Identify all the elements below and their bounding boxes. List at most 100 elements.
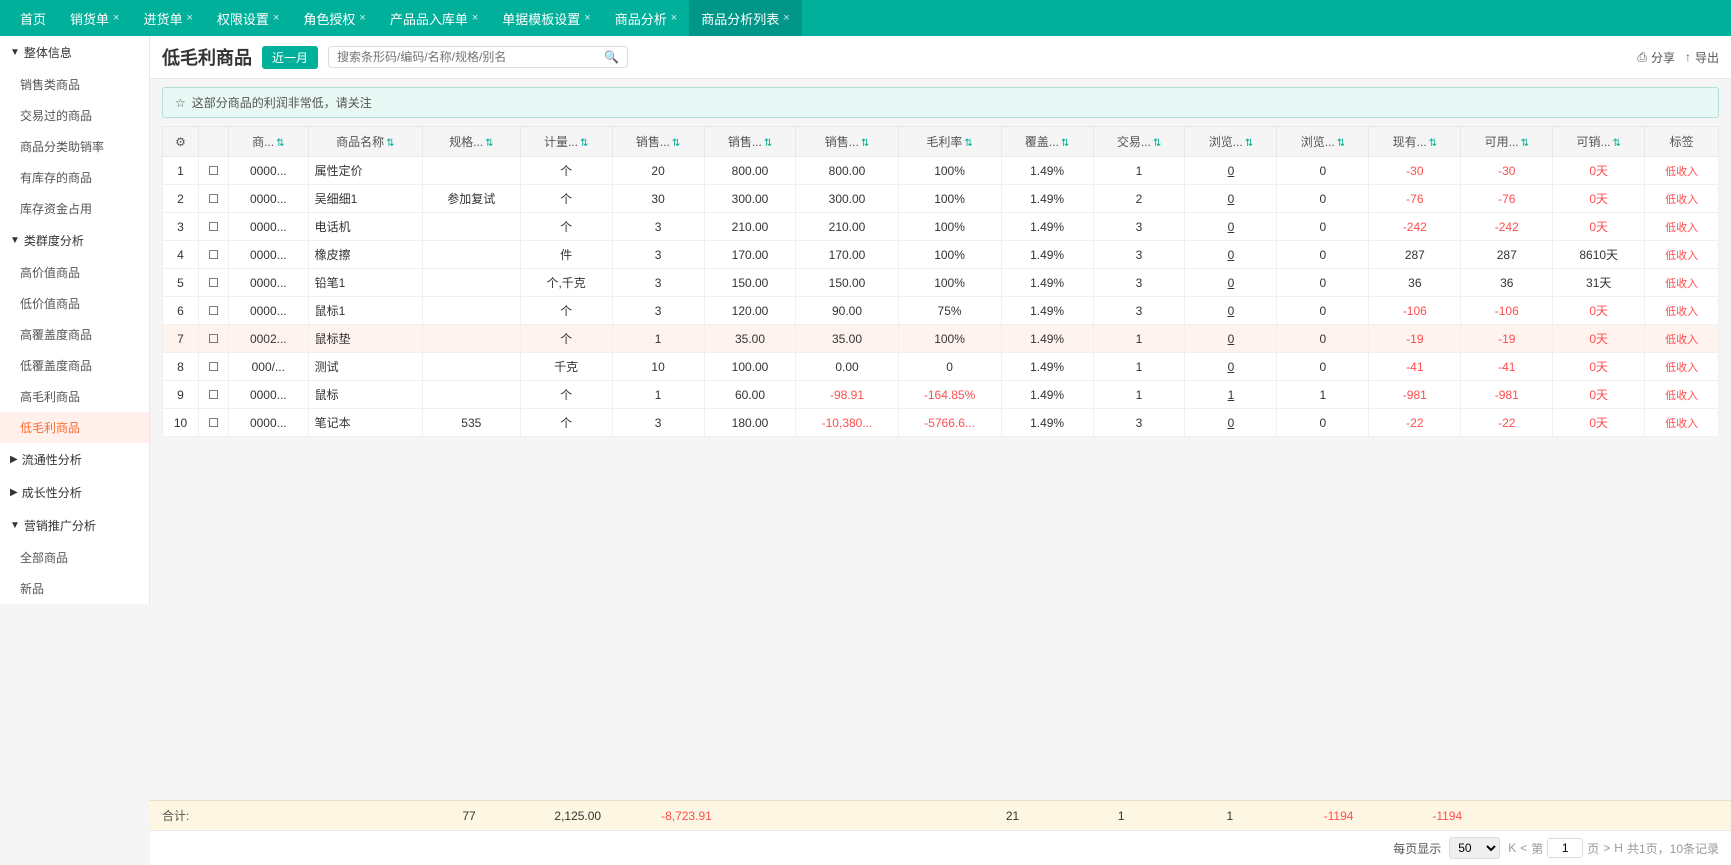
filter-button[interactable]: 近一月 (262, 46, 318, 69)
view-link[interactable]: 0 (1228, 276, 1235, 290)
cell-checkbox[interactable]: ☐ (199, 241, 229, 269)
cell-view2: 0 (1277, 409, 1369, 437)
cell-checkbox[interactable]: ☐ (199, 157, 229, 185)
nav-close-icon[interactable]: × (359, 12, 365, 24)
nav-close-icon[interactable]: × (472, 12, 478, 24)
cell-checkbox[interactable]: ☐ (199, 185, 229, 213)
sidebar-item-高价值商品[interactable]: 高价值商品 (0, 257, 149, 288)
view-link[interactable]: 0 (1228, 248, 1235, 262)
sidebar-group-类群度分析[interactable]: ▼类群度分析 (0, 224, 149, 257)
cell-checkbox[interactable]: ☐ (199, 213, 229, 241)
first-page-button[interactable]: K (1508, 841, 1516, 855)
view-link[interactable]: 0 (1228, 416, 1235, 430)
col-gross_margin[interactable]: 毛利率⇅ (898, 127, 1001, 157)
cell-sale_price: 35.00 (704, 325, 796, 353)
sidebar-item-高毛利商品[interactable]: 高毛利商品 (0, 381, 149, 412)
cell-transaction: 1 (1093, 353, 1185, 381)
sidebar-item-有库存的商品[interactable]: 有库存的商品 (0, 162, 149, 193)
col-available_stock[interactable]: 可用...⇅ (1461, 127, 1553, 157)
sidebar-item-库存资金占用[interactable]: 库存资金占用 (0, 193, 149, 224)
cell-sale_price: 120.00 (704, 297, 796, 325)
value-red: -30 (1406, 164, 1423, 178)
nav-item-权限设置[interactable]: 权限设置 × (205, 0, 291, 36)
page-size-select[interactable]: 50 20 100 (1449, 837, 1500, 859)
nav-item-商品分析列表[interactable]: 商品分析列表 × (689, 0, 801, 36)
col-sale_price[interactable]: 销售...⇅ (704, 127, 796, 157)
col-sale_qty[interactable]: 销售...⇅ (612, 127, 704, 157)
cell-code: 0000... (229, 185, 309, 213)
value-red: -41 (1498, 360, 1515, 374)
nav-item-单据模板设置[interactable]: 单据模板设置 × (490, 0, 602, 36)
cell-checkbox[interactable]: ☐ (199, 381, 229, 409)
value-red: -22 (1406, 416, 1423, 430)
col-tag: 标签 (1645, 127, 1719, 157)
nav-close-icon[interactable]: × (783, 12, 789, 24)
sidebar-item-交易过的商品[interactable]: 交易过的商品 (0, 100, 149, 131)
col-transaction[interactable]: 交易...⇅ (1093, 127, 1185, 157)
cell-name: 鼠标1 (308, 297, 422, 325)
col-coverage[interactable]: 覆盖...⇅ (1001, 127, 1093, 157)
sidebar-item-低价值商品[interactable]: 低价值商品 (0, 288, 149, 319)
col-current_stock[interactable]: 现有...⇅ (1369, 127, 1461, 157)
sidebar-group-流通性分析[interactable]: ▶流通性分析 (0, 443, 149, 476)
share-button[interactable]: ⎙ 分享 (1637, 49, 1675, 66)
cell-current_stock: 287 (1369, 241, 1461, 269)
view-link[interactable]: 0 (1228, 304, 1235, 318)
nav-item-进货单[interactable]: 进货单 × (131, 0, 204, 36)
nav-item-商品分析[interactable]: 商品分析 × (603, 0, 689, 36)
col-code[interactable]: 商...⇅ (229, 127, 309, 157)
sidebar-item-商品分类助销率[interactable]: 商品分类助销率 (0, 131, 149, 162)
cell-view1: 0 (1185, 241, 1277, 269)
cell-checkbox[interactable]: ☐ (199, 297, 229, 325)
view-link[interactable]: 0 (1228, 360, 1235, 374)
page-input[interactable] (1547, 838, 1583, 858)
sidebar-group-整体信息[interactable]: ▼整体信息 (0, 36, 149, 69)
cell-checkbox[interactable]: ☐ (199, 409, 229, 437)
sidebar-item-销售类商品[interactable]: 销售类商品 (0, 69, 149, 100)
cell-tag: 低收入 (1645, 157, 1719, 185)
nav-item-角色授权[interactable]: 角色授权 × (291, 0, 377, 36)
view-link[interactable]: 0 (1228, 164, 1235, 178)
cell-view1: 0 (1185, 297, 1277, 325)
search-icon[interactable]: 🔍 (604, 50, 619, 64)
col-unit[interactable]: 计量...⇅ (520, 127, 612, 157)
cell-checkbox[interactable]: ☐ (199, 353, 229, 381)
col-sale_amount[interactable]: 销售...⇅ (796, 127, 898, 157)
sidebar-item-高覆盖度商品[interactable]: 高覆盖度商品 (0, 319, 149, 350)
cell-transaction: 1 (1093, 325, 1185, 353)
prev-page-button[interactable]: < (1520, 841, 1527, 855)
last-page-button[interactable]: H (1614, 841, 1623, 855)
search-input[interactable] (337, 50, 598, 64)
sidebar-item-低覆盖度商品[interactable]: 低覆盖度商品 (0, 350, 149, 381)
cell-saleable_days: 0天 (1553, 297, 1645, 325)
nav-item-销货单[interactable]: 销货单 × (58, 0, 131, 36)
chevron-icon: ▶ (10, 487, 18, 498)
sidebar-group-成长性分析[interactable]: ▶成长性分析 (0, 476, 149, 509)
nav-close-icon[interactable]: × (584, 12, 590, 24)
cell-checkbox[interactable]: ☐ (199, 325, 229, 353)
nav-close-icon[interactable]: × (113, 12, 119, 24)
export-button[interactable]: ↑ 导出 (1685, 49, 1719, 66)
col-spec[interactable]: 规格...⇅ (422, 127, 520, 157)
nav-close-icon[interactable]: × (273, 12, 279, 24)
nav-close-icon[interactable]: × (186, 12, 192, 24)
nav-item-产品品入库单[interactable]: 产品品入库单 × (378, 0, 490, 36)
view-link[interactable]: 0 (1228, 332, 1235, 346)
nav-item-首页[interactable]: 首页 (8, 0, 58, 36)
col-saleable_days[interactable]: 可销...⇅ (1553, 127, 1645, 157)
nav-close-icon[interactable]: × (671, 12, 677, 24)
col-view2[interactable]: 浏览...⇅ (1277, 127, 1369, 157)
view-link[interactable]: 0 (1228, 220, 1235, 234)
col-name[interactable]: 商品名称⇅ (308, 127, 422, 157)
cell-checkbox[interactable]: ☐ (199, 269, 229, 297)
sidebar-item-新品[interactable]: 新品 (0, 573, 149, 604)
sidebar-item-全部商品[interactable]: 全部商品 (0, 542, 149, 573)
sidebar-item-低毛利商品[interactable]: 低毛利商品 (0, 412, 149, 443)
cell-coverage: 1.49% (1001, 185, 1093, 213)
col-view1[interactable]: 浏览...⇅ (1185, 127, 1277, 157)
cell-available_stock: -981 (1461, 381, 1553, 409)
sidebar-group-营销推广分析[interactable]: ▼营销推广分析 (0, 509, 149, 542)
view-link[interactable]: 1 (1228, 388, 1235, 402)
view-link[interactable]: 0 (1228, 192, 1235, 206)
next-page-button[interactable]: > (1603, 841, 1610, 855)
